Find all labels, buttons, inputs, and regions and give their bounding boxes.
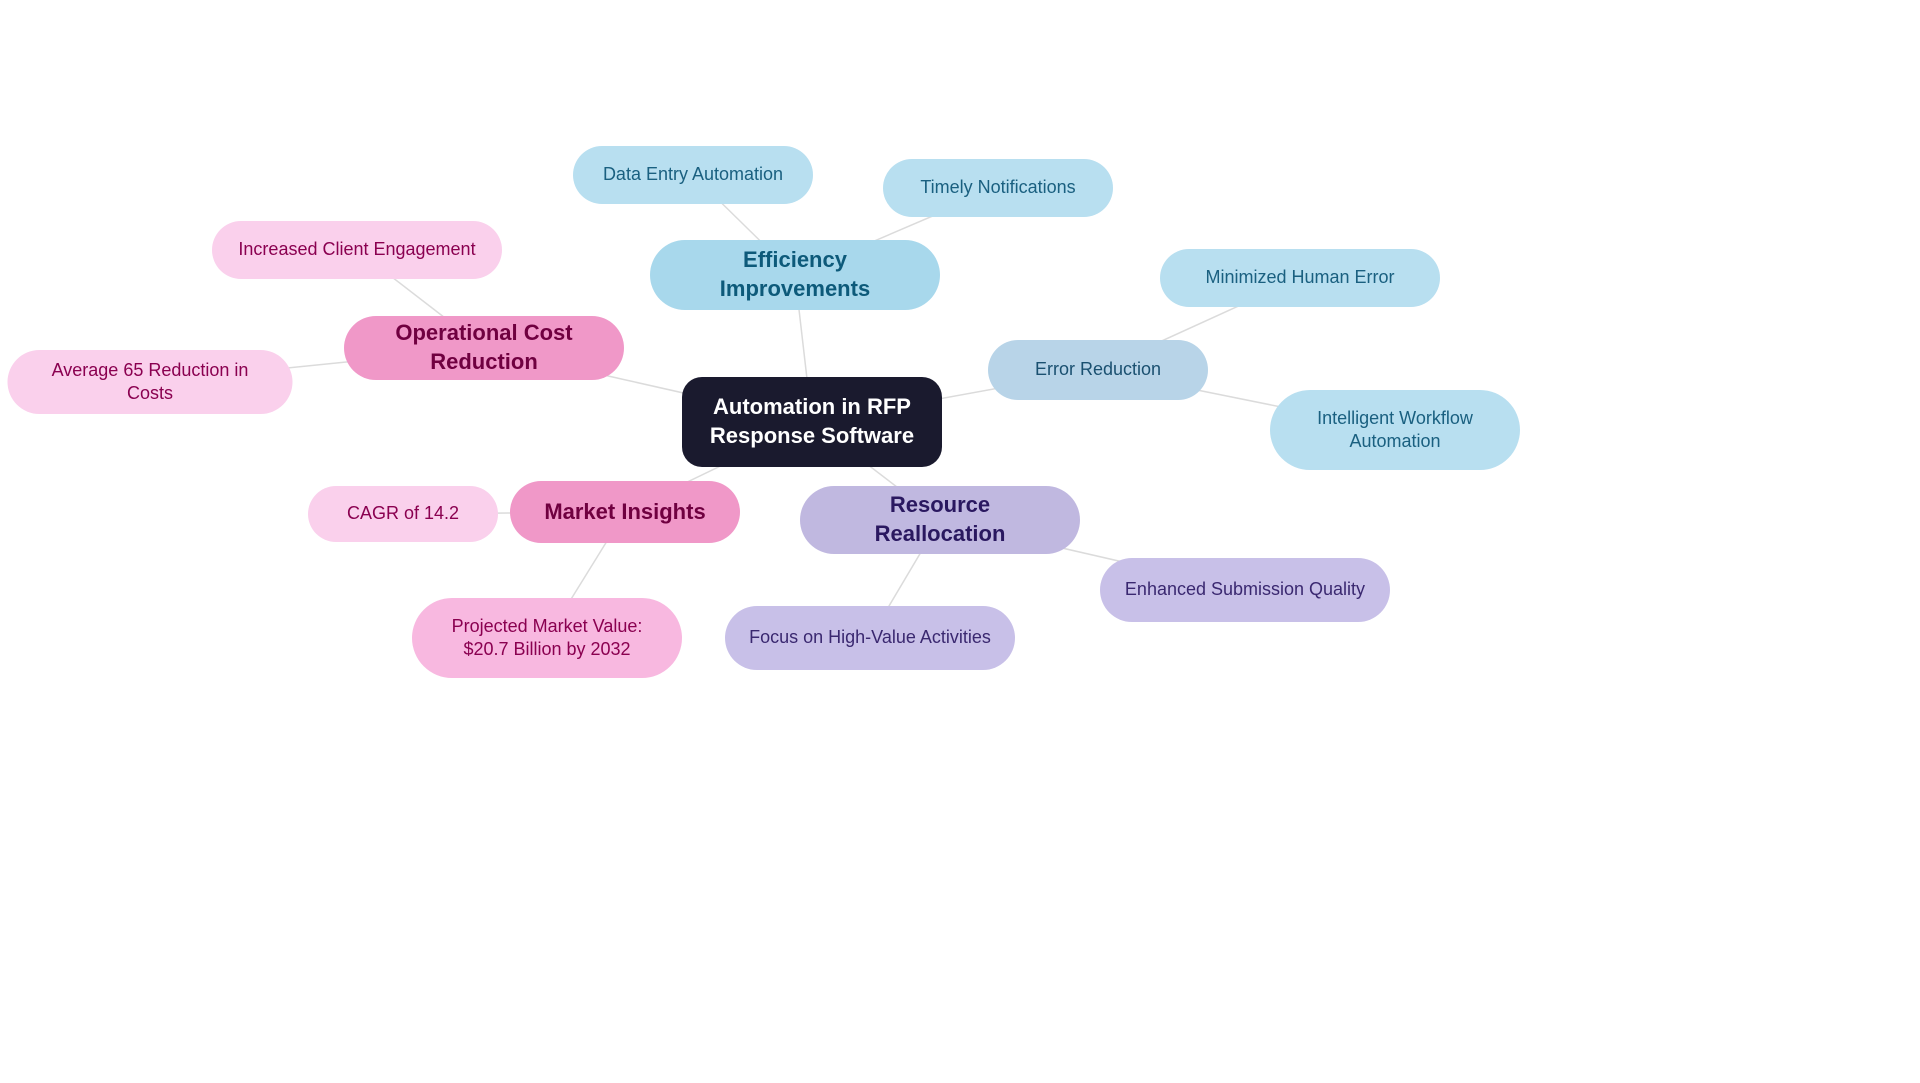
node-resource: Resource Reallocation	[800, 486, 1080, 554]
node-operational: Operational Cost Reduction	[344, 316, 624, 380]
node-error-reduction: Error Reduction	[988, 340, 1208, 400]
node-data-entry: Data Entry Automation	[573, 146, 813, 204]
node-client-engagement: Increased Client Engagement	[212, 221, 502, 279]
node-cagr: CAGR of 14.2	[308, 486, 498, 542]
center-node: Automation in RFP Response Software	[682, 377, 942, 467]
node-focus: Focus on High-Value Activities	[725, 606, 1015, 670]
node-projected: Projected Market Value: $20.7 Billion by…	[412, 598, 682, 678]
mindmap-container: Automation in RFP Response Software Effic…	[0, 0, 1920, 1083]
node-enhanced: Enhanced Submission Quality	[1100, 558, 1390, 622]
node-intelligent: Intelligent Workflow Automation	[1270, 390, 1520, 470]
node-minimized-error: Minimized Human Error	[1160, 249, 1440, 307]
node-efficiency: Efficiency Improvements	[650, 240, 940, 310]
node-avg-cost: Average 65 Reduction in Costs	[8, 350, 293, 414]
node-market-insights: Market Insights	[510, 481, 740, 543]
node-timely: Timely Notifications	[883, 159, 1113, 217]
